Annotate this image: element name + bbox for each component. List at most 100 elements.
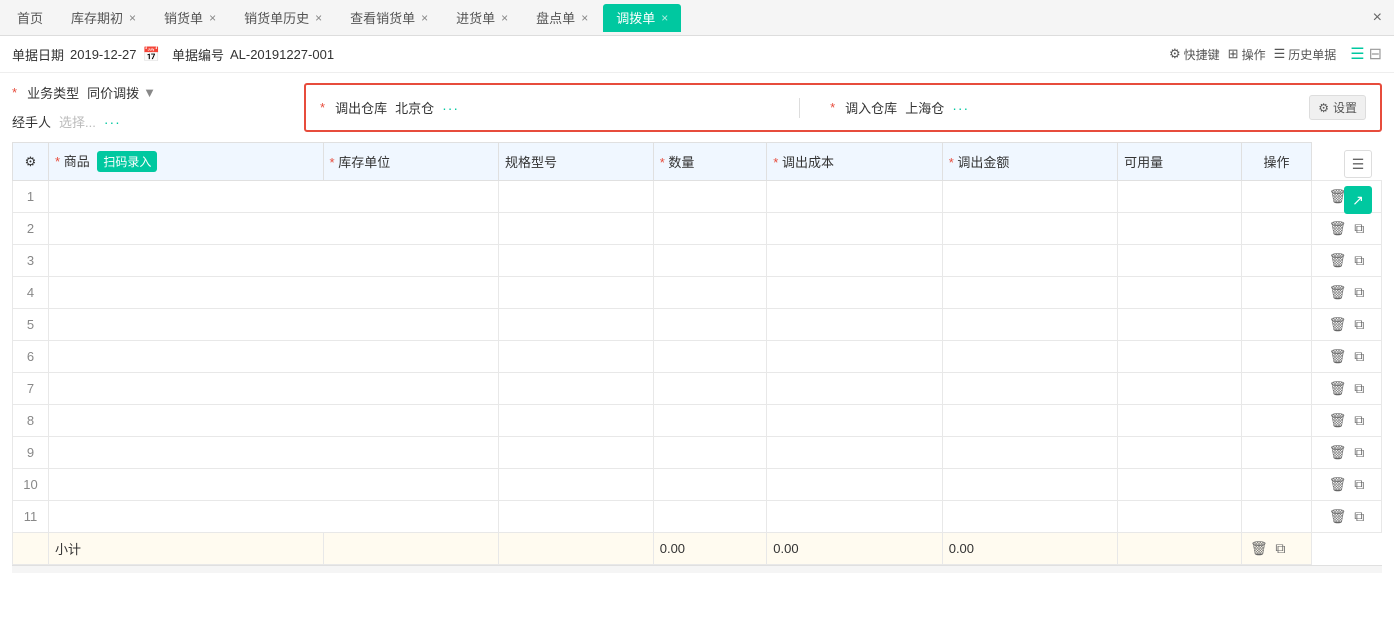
- tab-sales-order-close[interactable]: ×: [209, 12, 216, 24]
- col-header-gear[interactable]: ⚙: [13, 143, 49, 181]
- row-delete-icon[interactable]: 🗑: [1329, 444, 1347, 460]
- row-cost-cell[interactable]: [942, 341, 1117, 373]
- row-unit-cell[interactable]: [498, 469, 653, 501]
- row-unit-cell[interactable]: [498, 245, 653, 277]
- row-spec-cell[interactable]: [653, 501, 767, 533]
- row-amount-cell[interactable]: [1118, 213, 1242, 245]
- row-delete-icon[interactable]: 🗑: [1329, 508, 1347, 524]
- row-amount-cell[interactable]: [1118, 469, 1242, 501]
- row-goods-cell[interactable]: [49, 277, 499, 309]
- row-unit-cell[interactable]: [498, 181, 653, 213]
- horizontal-scrollbar[interactable]: [12, 565, 1382, 573]
- calendar-icon[interactable]: 📅: [143, 46, 160, 63]
- row-amount-cell[interactable]: [1118, 373, 1242, 405]
- tab-transfer-order[interactable]: 调拨单 ×: [603, 4, 681, 32]
- row-spec-cell[interactable]: [653, 245, 767, 277]
- layout-list-icon[interactable]: ☰: [1350, 44, 1364, 64]
- row-copy-icon[interactable]: ⧉: [1354, 444, 1364, 460]
- row-copy-icon[interactable]: ⧉: [1354, 380, 1364, 396]
- row-amount-cell[interactable]: [1118, 405, 1242, 437]
- row-unit-cell[interactable]: [498, 501, 653, 533]
- row-copy-icon[interactable]: ⧉: [1354, 252, 1364, 268]
- row-cost-cell[interactable]: [942, 277, 1117, 309]
- row-qty-cell[interactable]: [767, 373, 942, 405]
- person-field[interactable]: 选择...: [59, 112, 96, 131]
- person-more-icon[interactable]: ···: [104, 114, 121, 130]
- row-unit-cell[interactable]: [498, 437, 653, 469]
- row-cost-cell[interactable]: [942, 213, 1117, 245]
- row-delete-icon[interactable]: 🗑: [1329, 284, 1347, 300]
- row-qty-cell[interactable]: [767, 277, 942, 309]
- tab-view-sales[interactable]: 查看销货单 ×: [337, 4, 441, 32]
- row-goods-cell[interactable]: [49, 501, 499, 533]
- operations-button[interactable]: ⊞ 操作: [1228, 46, 1266, 63]
- row-goods-cell[interactable]: [49, 405, 499, 437]
- tab-inventory-count[interactable]: 盘点单 ×: [523, 4, 601, 32]
- row-spec-cell[interactable]: [653, 213, 767, 245]
- row-qty-cell[interactable]: [767, 341, 942, 373]
- shortcuts-button[interactable]: ⚙ 快捷键: [1169, 46, 1220, 63]
- float-expand-icon[interactable]: ↗: [1344, 186, 1372, 214]
- row-cost-cell[interactable]: [942, 405, 1117, 437]
- row-cost-cell[interactable]: [942, 245, 1117, 277]
- row-goods-cell[interactable]: [49, 437, 499, 469]
- row-delete-icon[interactable]: 🗑: [1329, 412, 1347, 428]
- row-cost-cell[interactable]: [942, 181, 1117, 213]
- row-spec-cell[interactable]: [653, 181, 767, 213]
- row-delete-icon[interactable]: 🗑: [1329, 220, 1347, 236]
- tab-home[interactable]: 首页: [4, 4, 56, 32]
- tab-inventory-count-close[interactable]: ×: [581, 12, 588, 24]
- layout-grid-icon[interactable]: ⊟: [1369, 44, 1382, 64]
- row-amount-cell[interactable]: [1118, 501, 1242, 533]
- row-delete-icon[interactable]: 🗑: [1329, 476, 1347, 492]
- row-unit-cell[interactable]: [498, 373, 653, 405]
- row-unit-cell[interactable]: [498, 309, 653, 341]
- history-button[interactable]: ☰ 历史单据: [1274, 46, 1337, 63]
- row-spec-cell[interactable]: [653, 437, 767, 469]
- row-cost-cell[interactable]: [942, 373, 1117, 405]
- tab-sales-order[interactable]: 销货单 ×: [151, 4, 229, 32]
- row-spec-cell[interactable]: [653, 469, 767, 501]
- row-unit-cell[interactable]: [498, 213, 653, 245]
- row-copy-icon[interactable]: ⧉: [1354, 316, 1364, 332]
- row-cost-cell[interactable]: [942, 469, 1117, 501]
- tab-inventory-init[interactable]: 库存期初 ×: [58, 4, 149, 32]
- row-amount-cell[interactable]: [1118, 181, 1242, 213]
- row-copy-icon[interactable]: ⧉: [1354, 476, 1364, 492]
- row-spec-cell[interactable]: [653, 405, 767, 437]
- row-cost-cell[interactable]: [942, 437, 1117, 469]
- scan-input-button[interactable]: 扫码录入: [97, 151, 157, 172]
- row-goods-cell[interactable]: [49, 341, 499, 373]
- transfer-in-more-icon[interactable]: ···: [952, 100, 969, 116]
- row-qty-cell[interactable]: [767, 405, 942, 437]
- row-qty-cell[interactable]: [767, 213, 942, 245]
- row-spec-cell[interactable]: [653, 341, 767, 373]
- settings-button[interactable]: ⚙ 设置: [1309, 95, 1366, 120]
- row-spec-cell[interactable]: [653, 309, 767, 341]
- row-spec-cell[interactable]: [653, 277, 767, 309]
- row-copy-icon[interactable]: ⧉: [1354, 348, 1364, 364]
- close-all-tabs-button[interactable]: ×: [1365, 9, 1390, 27]
- row-qty-cell[interactable]: [767, 501, 942, 533]
- row-spec-cell[interactable]: [653, 373, 767, 405]
- row-delete-icon[interactable]: 🗑: [1329, 380, 1347, 396]
- tab-purchase-order-close[interactable]: ×: [501, 12, 508, 24]
- row-copy-icon[interactable]: ⧉: [1354, 284, 1364, 300]
- row-amount-cell[interactable]: [1118, 245, 1242, 277]
- business-type-dropdown-icon[interactable]: ▼: [143, 85, 156, 100]
- row-goods-cell[interactable]: [49, 373, 499, 405]
- business-type-select[interactable]: 同价调拨 ▼: [87, 83, 156, 102]
- tab-sales-history[interactable]: 销货单历史 ×: [231, 4, 335, 32]
- row-goods-cell[interactable]: [49, 181, 499, 213]
- row-goods-cell[interactable]: [49, 213, 499, 245]
- row-qty-cell[interactable]: [767, 469, 942, 501]
- row-qty-cell[interactable]: [767, 309, 942, 341]
- row-goods-cell[interactable]: [49, 245, 499, 277]
- row-delete-icon[interactable]: 🗑: [1329, 252, 1347, 268]
- row-copy-icon[interactable]: ⧉: [1354, 508, 1364, 524]
- subtotal-copy-icon[interactable]: ⧉: [1275, 540, 1285, 556]
- row-qty-cell[interactable]: [767, 245, 942, 277]
- transfer-out-more-icon[interactable]: ···: [442, 100, 459, 116]
- row-unit-cell[interactable]: [498, 277, 653, 309]
- tab-inventory-init-close[interactable]: ×: [129, 12, 136, 24]
